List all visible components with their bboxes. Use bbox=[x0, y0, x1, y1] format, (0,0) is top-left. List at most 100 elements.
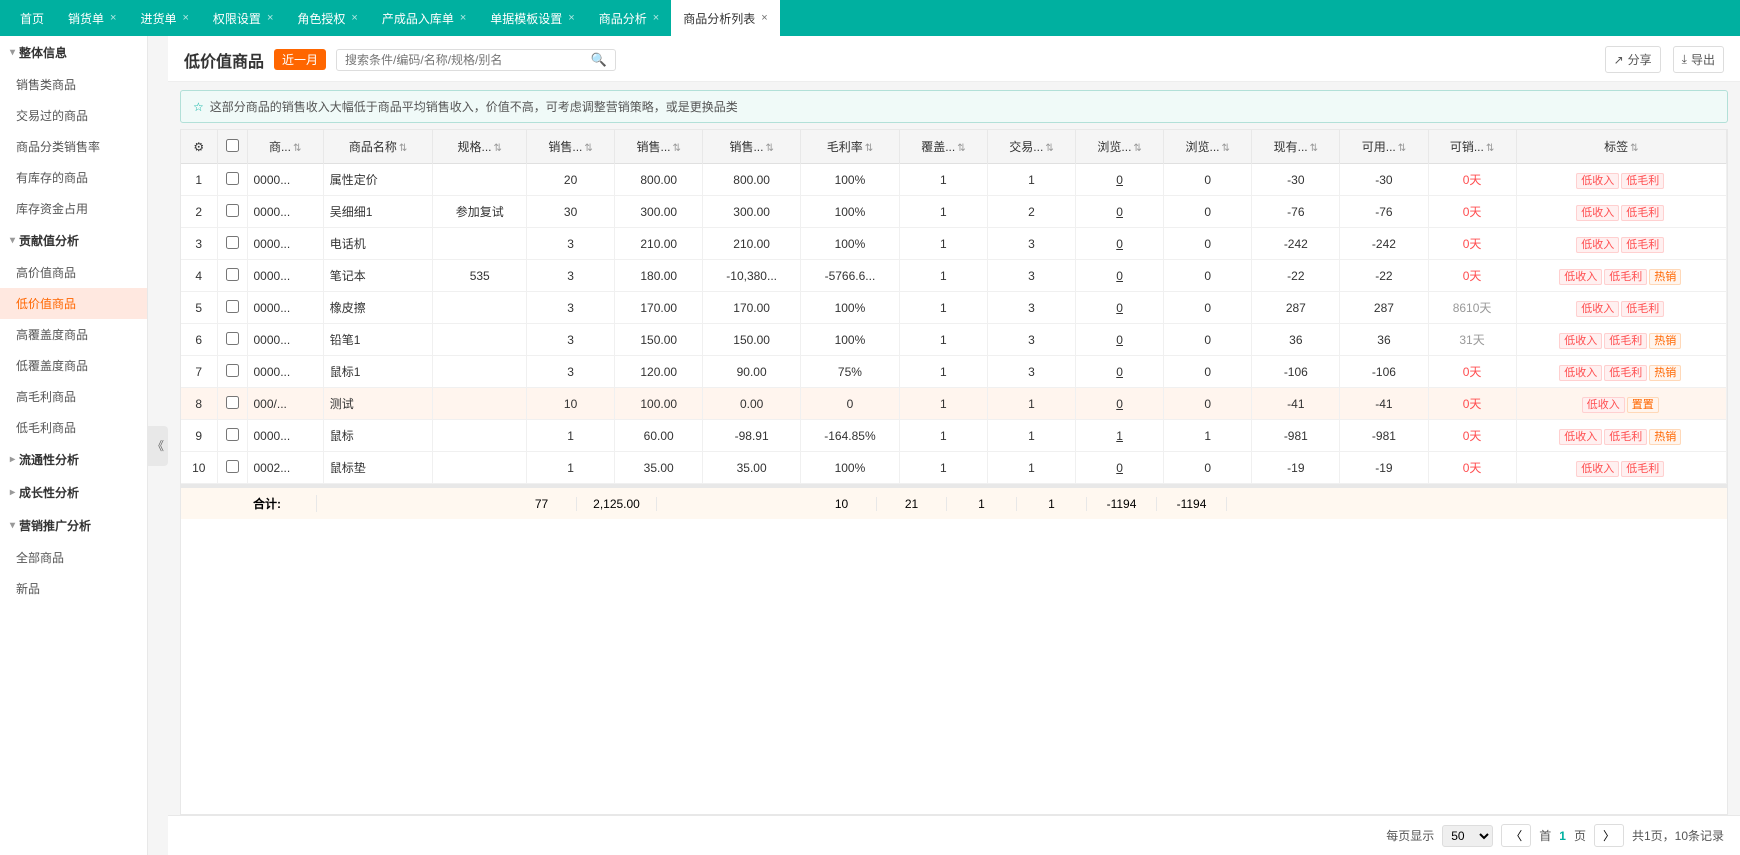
close-icon[interactable]: × bbox=[267, 12, 273, 24]
nav-item-home[interactable]: 首页 bbox=[8, 0, 56, 36]
td-checkbox[interactable] bbox=[217, 324, 247, 356]
td-checkbox[interactable] bbox=[217, 228, 247, 260]
td-browse1[interactable]: 0 bbox=[1076, 292, 1164, 324]
td-checkbox[interactable] bbox=[217, 356, 247, 388]
th-margin[interactable]: 毛利率⇅ bbox=[801, 130, 900, 164]
browse-link[interactable]: 0 bbox=[1116, 205, 1123, 219]
row-checkbox[interactable] bbox=[226, 428, 239, 441]
sidebar-item-high-value[interactable]: 高价值商品 bbox=[0, 257, 147, 288]
first-page-button[interactable]: 〈 bbox=[1501, 824, 1531, 847]
th-browse1[interactable]: 浏览...⇅ bbox=[1076, 130, 1164, 164]
th-tags[interactable]: 标签⇅ bbox=[1516, 130, 1726, 164]
sidebar-item-category-sales-rate[interactable]: 商品分类销售率 bbox=[0, 131, 147, 162]
nav-item-product-analysis-list[interactable]: 商品分析列表 × bbox=[671, 0, 779, 36]
sidebar-item-low-coverage[interactable]: 低覆盖度商品 bbox=[0, 350, 147, 381]
browse-link[interactable]: 0 bbox=[1116, 365, 1123, 379]
row-checkbox[interactable] bbox=[226, 236, 239, 249]
td-checkbox[interactable] bbox=[217, 260, 247, 292]
td-checkbox[interactable] bbox=[217, 164, 247, 196]
row-checkbox[interactable] bbox=[226, 460, 239, 473]
sidebar-collapse-button[interactable]: 《 bbox=[148, 426, 168, 466]
td-browse1[interactable]: 0 bbox=[1076, 196, 1164, 228]
sidebar-item-stocked-products[interactable]: 有库存的商品 bbox=[0, 162, 147, 193]
browse-link[interactable]: 1 bbox=[1116, 429, 1123, 443]
td-checkbox[interactable] bbox=[217, 452, 247, 484]
share-button[interactable]: ↗ 分享 bbox=[1605, 46, 1661, 73]
td-browse1[interactable]: 0 bbox=[1076, 260, 1164, 292]
td-browse1[interactable]: 0 bbox=[1076, 324, 1164, 356]
per-page-select[interactable]: 50 100 200 bbox=[1442, 825, 1493, 847]
next-page-button[interactable]: 〉 bbox=[1594, 824, 1624, 847]
th-trade[interactable]: 交易...⇅ bbox=[987, 130, 1075, 164]
row-checkbox[interactable] bbox=[226, 172, 239, 185]
row-checkbox[interactable] bbox=[226, 268, 239, 281]
row-checkbox[interactable] bbox=[226, 332, 239, 345]
td-browse1[interactable]: 1 bbox=[1076, 420, 1164, 452]
sidebar-group-contribution[interactable]: ▾ 贡献值分析 bbox=[0, 224, 147, 257]
td-browse1[interactable]: 0 bbox=[1076, 452, 1164, 484]
th-name[interactable]: 商品名称⇅ bbox=[323, 130, 433, 164]
td-checkbox[interactable] bbox=[217, 388, 247, 420]
close-icon[interactable]: × bbox=[110, 12, 116, 24]
close-icon[interactable]: × bbox=[460, 12, 466, 24]
td-checkbox[interactable] bbox=[217, 420, 247, 452]
browse-link[interactable]: 0 bbox=[1116, 397, 1123, 411]
th-sales1[interactable]: 销售...⇅ bbox=[527, 130, 615, 164]
td-browse1[interactable]: 0 bbox=[1076, 164, 1164, 196]
td-browse1[interactable]: 0 bbox=[1076, 388, 1164, 420]
close-icon[interactable]: × bbox=[182, 12, 188, 24]
close-icon[interactable]: × bbox=[761, 12, 767, 24]
th-coverage[interactable]: 覆盖...⇅ bbox=[899, 130, 987, 164]
td-browse1[interactable]: 0 bbox=[1076, 356, 1164, 388]
sidebar-group-overall[interactable]: ▾ 整体信息 bbox=[0, 36, 147, 69]
row-checkbox[interactable] bbox=[226, 364, 239, 377]
th-browse2[interactable]: 浏览...⇅ bbox=[1164, 130, 1252, 164]
sidebar-group-growth[interactable]: ▸ 成长性分析 bbox=[0, 476, 147, 509]
close-icon[interactable]: × bbox=[568, 12, 574, 24]
row-checkbox[interactable] bbox=[226, 396, 239, 409]
browse-link[interactable]: 0 bbox=[1116, 173, 1123, 187]
th-settings[interactable]: ⚙ bbox=[181, 130, 217, 164]
select-all-checkbox[interactable] bbox=[226, 139, 239, 152]
sidebar-group-marketing[interactable]: ▾ 营销推广分析 bbox=[0, 509, 147, 542]
nav-item-role[interactable]: 角色授权 × bbox=[285, 0, 369, 36]
nav-item-template[interactable]: 单据模板设置 × bbox=[478, 0, 586, 36]
sidebar-item-inventory-funds[interactable]: 库存资金占用 bbox=[0, 193, 147, 224]
sidebar-item-high-margin[interactable]: 高毛利商品 bbox=[0, 381, 147, 412]
close-icon[interactable]: × bbox=[351, 12, 357, 24]
browse-link[interactable]: 0 bbox=[1116, 461, 1123, 475]
th-sales2[interactable]: 销售...⇅ bbox=[615, 130, 703, 164]
nav-item-purchase[interactable]: 进货单 × bbox=[128, 0, 200, 36]
filter-tag[interactable]: 近一月 bbox=[274, 49, 326, 70]
row-checkbox[interactable] bbox=[226, 300, 239, 313]
browse-link[interactable]: 0 bbox=[1116, 301, 1123, 315]
td-browse1[interactable]: 0 bbox=[1076, 228, 1164, 260]
th-spec[interactable]: 规格...⇅ bbox=[433, 130, 527, 164]
nav-item-permission[interactable]: 权限设置 × bbox=[201, 0, 285, 36]
th-current-stock[interactable]: 现有...⇅ bbox=[1252, 130, 1340, 164]
th-code[interactable]: 商...⇅ bbox=[247, 130, 323, 164]
sidebar-item-low-margin[interactable]: 低毛利商品 bbox=[0, 412, 147, 443]
export-button[interactable]: ⤓ 导出 bbox=[1673, 46, 1724, 73]
td-checkbox[interactable] bbox=[217, 196, 247, 228]
th-available[interactable]: 可用...⇅ bbox=[1340, 130, 1428, 164]
sidebar-item-low-value[interactable]: 低价值商品 bbox=[0, 288, 147, 319]
row-checkbox[interactable] bbox=[226, 204, 239, 217]
th-checkbox[interactable] bbox=[217, 130, 247, 164]
sidebar-item-sales-products[interactable]: 销售类商品 bbox=[0, 69, 147, 100]
close-icon[interactable]: × bbox=[653, 12, 659, 24]
sidebar-group-liquidity[interactable]: ▸ 流通性分析 bbox=[0, 443, 147, 476]
nav-item-sales[interactable]: 销货单 × bbox=[56, 0, 128, 36]
th-sales3[interactable]: 销售...⇅ bbox=[703, 130, 801, 164]
sidebar-item-new-products[interactable]: 新品 bbox=[0, 573, 147, 604]
browse-link[interactable]: 0 bbox=[1116, 333, 1123, 347]
td-checkbox[interactable] bbox=[217, 292, 247, 324]
sidebar-item-high-coverage[interactable]: 高覆盖度商品 bbox=[0, 319, 147, 350]
browse-link[interactable]: 0 bbox=[1116, 237, 1123, 251]
search-input[interactable] bbox=[345, 53, 591, 67]
sidebar-item-traded-products[interactable]: 交易过的商品 bbox=[0, 100, 147, 131]
nav-item-product-warehouse[interactable]: 产成品入库单 × bbox=[370, 0, 478, 36]
sidebar-item-all-products[interactable]: 全部商品 bbox=[0, 542, 147, 573]
browse-link[interactable]: 0 bbox=[1116, 269, 1123, 283]
nav-item-product-analysis[interactable]: 商品分析 × bbox=[587, 0, 671, 36]
